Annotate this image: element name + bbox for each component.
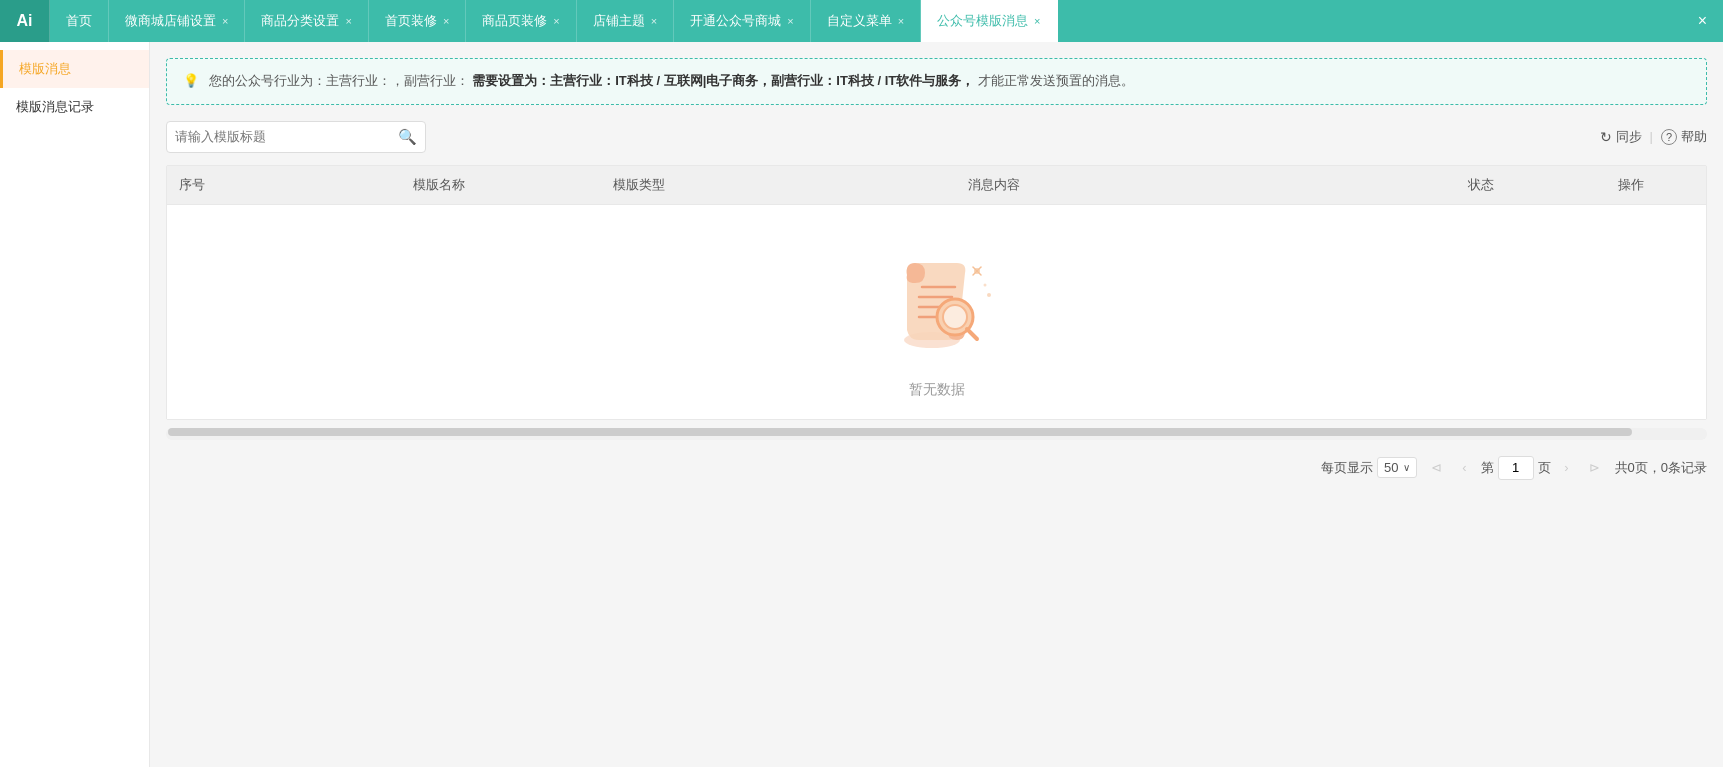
tab-template-msg[interactable]: 公众号模版消息 × xyxy=(921,0,1057,42)
tab-wechat-shop-close[interactable]: × xyxy=(222,15,228,27)
col-action: 操作 xyxy=(1606,166,1706,205)
data-table-wrapper: 序号 模版名称 模版类型 消息内容 状态 xyxy=(166,165,1707,420)
tab-template-msg-close[interactable]: × xyxy=(1034,15,1040,27)
tab-open-shop[interactable]: 开通公众号商城 × xyxy=(674,0,810,42)
sync-button[interactable]: ↻ 同步 xyxy=(1600,128,1642,146)
content-area: 💡 您的公众号行业为：主营行业：，副营行业： 需要设置为：主营行业：IT科技 /… xyxy=(150,42,1723,767)
tab-product-category-label: 商品分类设置 xyxy=(261,12,339,30)
svg-point-6 xyxy=(943,305,967,329)
page-size-label: 每页显示 xyxy=(1321,459,1373,477)
page-size-dropdown[interactable]: 50 ∨ xyxy=(1377,457,1416,478)
first-page-button[interactable]: ⊲ xyxy=(1425,456,1449,480)
col-index: 序号 xyxy=(167,166,401,205)
tab-home-decor[interactable]: 首页装修 × xyxy=(369,0,466,42)
empty-icon xyxy=(877,245,997,365)
last-page-button[interactable]: ⊳ xyxy=(1583,456,1607,480)
pagination: 每页显示 50 ∨ ⊲ ‹ 第 页 › ⊳ 共0页，0条记录 xyxy=(166,448,1707,488)
tab-product-decor-label: 商品页装修 xyxy=(482,12,547,30)
prev-page-button[interactable]: ‹ xyxy=(1453,456,1477,480)
page-prefix: 第 xyxy=(1481,459,1494,477)
notice-suffix: 才能正常发送预置的消息。 xyxy=(978,73,1134,88)
table-header-row: 序号 模版名称 模版类型 消息内容 状态 xyxy=(167,166,1706,205)
col-status: 状态 xyxy=(1456,166,1606,205)
sidebar-item-template-record[interactable]: 模版消息记录 xyxy=(0,88,149,126)
svg-point-10 xyxy=(974,268,980,274)
col-name: 模版名称 xyxy=(401,166,601,205)
search-input-wrap[interactable]: 🔍 xyxy=(166,121,426,153)
main-layout: 模版消息 模版消息记录 💡 您的公众号行业为：主营行业：，副营行业： 需要设置为… xyxy=(0,42,1723,767)
scrollbar-thumb[interactable] xyxy=(168,428,1632,436)
tab-product-category-close[interactable]: × xyxy=(345,15,351,27)
svg-point-12 xyxy=(983,283,986,286)
tab-custom-menu-label: 自定义菜单 xyxy=(827,12,892,30)
search-icon[interactable]: 🔍 xyxy=(398,128,417,146)
tab-home-label: 首页 xyxy=(66,12,92,30)
tab-template-msg-label: 公众号模版消息 xyxy=(937,12,1028,30)
page-number-input[interactable] xyxy=(1498,456,1534,480)
tab-custom-menu[interactable]: 自定义菜单 × xyxy=(811,0,921,42)
page-size-value: 50 xyxy=(1384,460,1398,475)
tab-home-decor-label: 首页装修 xyxy=(385,12,437,30)
pagination-summary: 共0页，0条记录 xyxy=(1615,459,1707,477)
logo-text: Ai xyxy=(17,12,33,30)
svg-point-11 xyxy=(987,293,991,297)
notice-prefix: 您的公众号行业为：主营行业：，副营行业： xyxy=(209,73,469,88)
tab-open-shop-label: 开通公众号商城 xyxy=(690,12,781,30)
search-input[interactable] xyxy=(175,129,398,144)
page-nav: ⊲ ‹ 第 页 › ⊳ xyxy=(1425,456,1607,480)
empty-state: 暂无数据 xyxy=(167,205,1706,419)
global-close-button[interactable]: × xyxy=(1682,12,1723,30)
tab-shop-theme[interactable]: 店铺主题 × xyxy=(577,0,674,42)
notice-highlight: 需要设置为：主营行业：IT科技 / 互联网|电子商务，副营行业：IT科技 / I… xyxy=(472,73,974,88)
tab-home-decor-close[interactable]: × xyxy=(443,15,449,27)
col-type: 模版类型 xyxy=(601,166,956,205)
sidebar-item-template-message-label: 模版消息 xyxy=(19,61,71,76)
tab-shop-theme-label: 店铺主题 xyxy=(593,12,645,30)
tab-product-decor[interactable]: 商品页装修 × xyxy=(466,0,576,42)
tab-shop-theme-close[interactable]: × xyxy=(651,15,657,27)
close-icon: × xyxy=(1698,12,1707,29)
tab-home[interactable]: 首页 xyxy=(50,0,109,42)
search-bar: 🔍 ↻ 同步 | ? 帮助 xyxy=(166,121,1707,153)
tab-product-decor-close[interactable]: × xyxy=(553,15,559,27)
sync-label: 同步 xyxy=(1616,128,1642,146)
svg-line-7 xyxy=(967,329,977,339)
horizontal-scrollbar[interactable] xyxy=(166,428,1707,440)
page-size-select: 每页显示 50 ∨ xyxy=(1321,457,1416,478)
help-icon: ? xyxy=(1661,129,1677,145)
notice-box: 💡 您的公众号行业为：主营行业：，副营行业： 需要设置为：主营行业：IT科技 /… xyxy=(166,58,1707,105)
col-content: 消息内容 xyxy=(956,166,1456,205)
sidebar-item-template-record-label: 模版消息记录 xyxy=(16,99,94,114)
tab-open-shop-close[interactable]: × xyxy=(787,15,793,27)
logo-tab: Ai xyxy=(0,0,50,42)
page-suffix: 页 xyxy=(1538,459,1551,477)
data-table: 序号 模版名称 模版类型 消息内容 状态 xyxy=(167,166,1706,419)
help-button[interactable]: ? 帮助 xyxy=(1661,128,1707,146)
tab-wechat-shop-label: 微商城店铺设置 xyxy=(125,12,216,30)
sidebar-item-template-message[interactable]: 模版消息 xyxy=(0,50,149,88)
empty-row: 暂无数据 xyxy=(167,204,1706,419)
chevron-down-icon: ∨ xyxy=(1403,462,1410,473)
tab-product-category[interactable]: 商品分类设置 × xyxy=(245,0,368,42)
empty-text: 暂无数据 xyxy=(167,381,1706,399)
divider: | xyxy=(1650,129,1653,144)
notice-icon: 💡 xyxy=(183,73,199,88)
sync-icon: ↻ xyxy=(1600,129,1612,145)
search-actions: ↻ 同步 | ? 帮助 xyxy=(1600,128,1707,146)
tab-wechat-shop[interactable]: 微商城店铺设置 × xyxy=(109,0,245,42)
tab-custom-menu-close[interactable]: × xyxy=(898,15,904,27)
next-page-button[interactable]: › xyxy=(1555,456,1579,480)
tab-bar: Ai 首页 微商城店铺设置 × 商品分类设置 × 首页装修 × 商品页装修 × … xyxy=(0,0,1723,42)
sidebar: 模版消息 模版消息记录 xyxy=(0,42,150,767)
help-label: 帮助 xyxy=(1681,128,1707,146)
